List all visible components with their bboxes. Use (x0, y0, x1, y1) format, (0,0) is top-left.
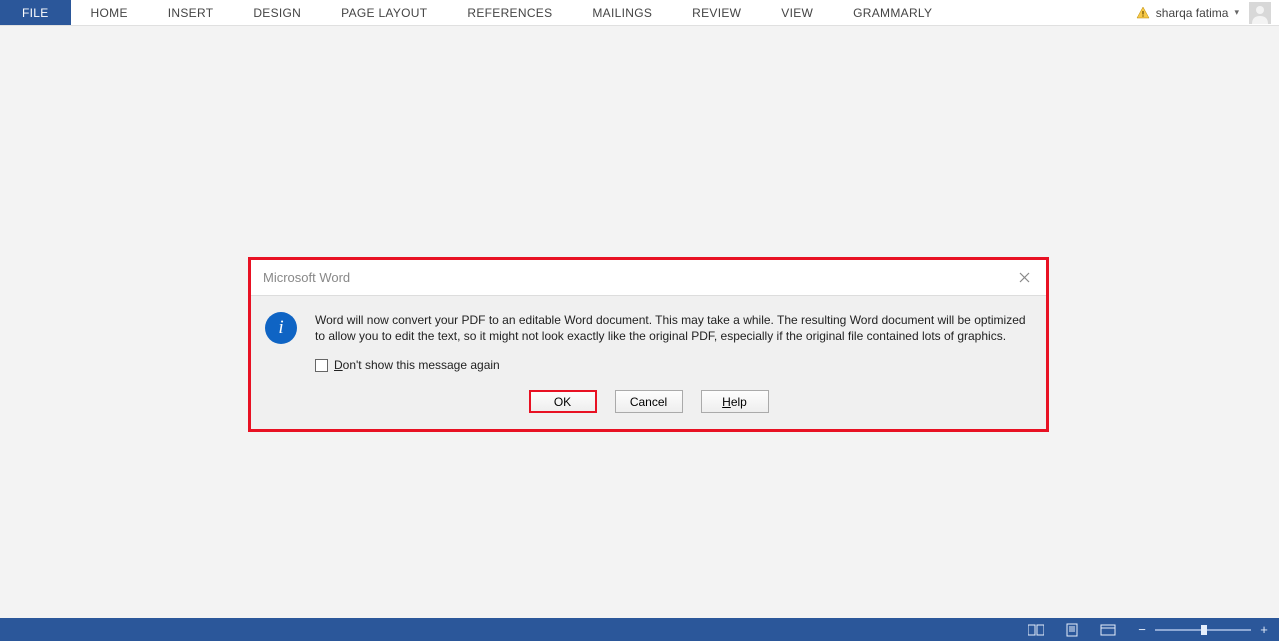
ribbon-tab-page-layout[interactable]: PAGE LAYOUT (321, 0, 447, 25)
dont-show-again-row[interactable]: Don't show this message again (315, 358, 1032, 372)
dialog-message: Word will now convert your PDF to an edi… (315, 312, 1032, 344)
dialog-title: Microsoft Word (263, 270, 1012, 285)
ribbon-tab-grammarly[interactable]: GRAMMARLY (833, 0, 952, 25)
status-bar: − + (0, 618, 1279, 641)
zoom-thumb[interactable] (1201, 625, 1207, 635)
zoom-track[interactable] (1155, 629, 1251, 631)
ribbon-tab-review[interactable]: REVIEW (672, 0, 761, 25)
cancel-button[interactable]: Cancel (615, 390, 683, 413)
help-button[interactable]: Help (701, 390, 769, 413)
warning-icon (1136, 6, 1150, 20)
web-layout-icon[interactable] (1099, 621, 1117, 639)
ribbon-tab-insert[interactable]: INSERT (148, 0, 234, 25)
ribbon-tab-file[interactable]: FILE (0, 0, 71, 25)
read-mode-icon[interactable] (1027, 621, 1045, 639)
avatar (1249, 2, 1271, 24)
info-icon: i (265, 312, 297, 344)
zoom-in-icon[interactable]: + (1257, 622, 1271, 637)
print-layout-icon[interactable] (1063, 621, 1081, 639)
dialog: Microsoft Word i Word will now convert y… (248, 257, 1049, 432)
user-name: sharqa fatima (1156, 6, 1229, 20)
ok-button[interactable]: OK (529, 390, 597, 413)
user-area[interactable]: sharqa fatima ▾ (1136, 0, 1279, 25)
ribbon-tab-design[interactable]: DESIGN (233, 0, 321, 25)
ribbon-bar: FILE HOME INSERT DESIGN PAGE LAYOUT REFE… (0, 0, 1279, 26)
dont-show-again-label: Don't show this message again (334, 358, 500, 372)
close-icon[interactable] (1012, 266, 1036, 290)
zoom-slider[interactable]: − + (1135, 622, 1271, 637)
ribbon-tab-view[interactable]: VIEW (761, 0, 833, 25)
dialog-titlebar: Microsoft Word (251, 260, 1046, 296)
user-dropdown-caret-icon: ▾ (1234, 7, 1239, 18)
dialog-body: i Word will now convert your PDF to an e… (251, 296, 1046, 429)
zoom-out-icon[interactable]: − (1135, 622, 1149, 637)
dialog-button-row: OK Cancel Help (265, 390, 1032, 413)
dont-show-again-checkbox[interactable] (315, 359, 328, 372)
ribbon-tab-home[interactable]: HOME (71, 0, 148, 25)
ribbon-tab-references[interactable]: REFERENCES (447, 0, 572, 25)
ribbon-tab-mailings[interactable]: MAILINGS (572, 0, 672, 25)
